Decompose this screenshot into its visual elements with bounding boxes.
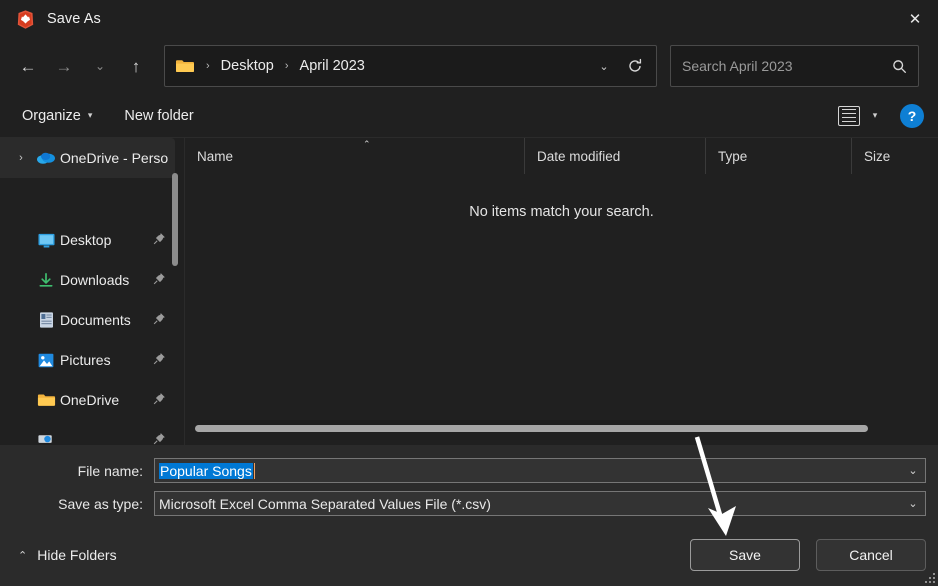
sort-ascending-icon: ⌃ <box>363 139 371 149</box>
list-view-icon <box>838 105 860 126</box>
chevron-down-icon[interactable]: ⌄ <box>590 49 618 83</box>
breadcrumb-item-april-2023[interactable]: April 2023 <box>296 55 369 77</box>
column-header-label: Type <box>718 148 748 164</box>
refresh-icon[interactable] <box>618 49 652 83</box>
command-bar: Organize ▾ New folder ▾ ? <box>0 94 938 138</box>
this-pc-icon <box>32 432 60 445</box>
filename-value: Popular Songs <box>159 462 253 479</box>
text-cursor <box>253 462 255 479</box>
sidebar-item-label: OneDrive - Perso <box>60 150 169 166</box>
cancel-button[interactable]: Cancel <box>816 539 926 571</box>
downloads-arrow-icon <box>32 272 60 289</box>
navigation-bar: ← → ⌄ ↑ › Desktop › April 2023 ⌄ <box>0 38 938 94</box>
chevron-right-icon[interactable]: › <box>10 152 32 164</box>
column-header-size[interactable]: Size <box>852 138 938 174</box>
hide-folders-button[interactable]: ⌃ Hide Folders <box>12 543 123 567</box>
file-list-pane: Name ⌃ Date modified Type Size No items … <box>185 138 938 445</box>
file-list-scrollbar-thumb[interactable] <box>195 425 868 432</box>
dialog-footer: ⌃ Hide Folders Save Cancel <box>0 524 938 586</box>
chevron-down-icon[interactable]: ⌄ <box>901 492 925 515</box>
column-header-date-modified[interactable]: Date modified <box>525 138 706 174</box>
chevron-down-icon[interactable]: ⌄ <box>901 459 925 482</box>
column-header-type[interactable]: Type <box>706 138 852 174</box>
pictures-image-icon <box>32 352 60 369</box>
empty-list-message: No items match your search. <box>469 204 654 220</box>
help-button[interactable]: ? <box>900 103 924 128</box>
resize-grip[interactable] <box>922 570 935 583</box>
sidebar-item-label: Documents <box>60 312 131 328</box>
sidebar-item-onedrive[interactable]: OneDrive <box>0 380 184 420</box>
desktop-monitor-icon <box>32 232 60 249</box>
sidebar-item-label: Desktop <box>60 232 112 248</box>
file-list-area[interactable]: No items match your search. <box>185 174 938 445</box>
up-button[interactable]: ↑ <box>119 49 153 83</box>
column-header-label: Size <box>864 148 891 164</box>
filename-row: File name: Popular Songs ⌄ <box>12 458 926 483</box>
column-header-name[interactable]: Name ⌃ <box>185 138 525 174</box>
address-bar[interactable]: › Desktop › April 2023 ⌄ <box>164 45 657 87</box>
new-folder-label: New folder <box>124 107 194 124</box>
save-as-dialog: Save As ✕ ← → ⌄ ↑ › Desktop › April 2023… <box>0 0 938 586</box>
sidebar-item-downloads[interactable]: Downloads <box>0 260 184 300</box>
search-input[interactable] <box>682 58 886 74</box>
pin-icon[interactable] <box>153 392 166 408</box>
forward-button[interactable]: → <box>47 49 81 83</box>
filetype-row: Save as type: Microsoft Excel Comma Sepa… <box>12 491 926 516</box>
navigation-sidebar: › OneDrive - Perso Desktop Downloads Doc… <box>0 138 185 445</box>
sidebar-item-label: OneDrive <box>60 392 120 408</box>
sidebar-item-onedrive-personal[interactable]: › OneDrive - Perso <box>0 138 175 178</box>
documents-page-icon <box>32 311 60 329</box>
sidebar-item-pictures[interactable]: Pictures <box>0 340 184 380</box>
breadcrumb-separator: › <box>206 60 210 72</box>
filetype-label: Save as type: <box>58 495 143 512</box>
breadcrumb-item-desktop[interactable]: Desktop <box>217 55 278 77</box>
sidebar-scrollbar[interactable] <box>171 138 179 445</box>
folder-icon <box>32 392 60 408</box>
view-options-button[interactable] <box>834 102 864 130</box>
hide-folders-label: Hide Folders <box>37 547 117 563</box>
brave-lion-icon <box>14 8 36 30</box>
window-title: Save As <box>47 11 101 27</box>
filename-input[interactable]: Popular Songs ⌄ <box>154 458 926 483</box>
dialog-body: › OneDrive - Perso Desktop Downloads Doc… <box>0 138 938 445</box>
view-chevron-down-icon[interactable]: ▾ <box>864 103 886 129</box>
column-header-label: Date modified <box>537 148 621 164</box>
organize-label: Organize <box>22 107 81 124</box>
search-icon[interactable] <box>886 59 912 74</box>
pin-icon[interactable] <box>153 232 166 248</box>
pin-icon[interactable] <box>153 312 166 328</box>
chevron-down-icon: ▾ <box>87 110 93 120</box>
pin-icon[interactable] <box>153 432 166 445</box>
title-bar: Save As ✕ <box>0 0 938 38</box>
sidebar-item-label: Pictures <box>60 352 111 368</box>
onedrive-cloud-icon <box>32 151 60 165</box>
filetype-select[interactable]: Microsoft Excel Comma Separated Values F… <box>154 491 926 516</box>
sidebar-item-documents[interactable]: Documents <box>0 300 184 340</box>
sidebar-item-label: Downloads <box>60 272 130 288</box>
recent-locations-button[interactable]: ⌄ <box>83 49 117 83</box>
close-icon[interactable]: ✕ <box>892 0 938 38</box>
sidebar-scrollbar-thumb[interactable] <box>172 173 178 266</box>
sidebar-item-this-pc[interactable] <box>0 420 184 445</box>
pin-icon[interactable] <box>153 272 166 288</box>
column-header-label: Name <box>197 148 234 164</box>
filetype-value: Microsoft Excel Comma Separated Values F… <box>159 495 491 512</box>
sidebar-item-desktop[interactable]: Desktop <box>0 220 184 260</box>
new-folder-button[interactable]: New folder <box>116 103 201 129</box>
chevron-up-icon: ⌃ <box>18 549 28 562</box>
file-list-horizontal-scrollbar[interactable] <box>195 425 926 432</box>
organize-button[interactable]: Organize ▾ <box>14 103 100 129</box>
column-headers: Name ⌃ Date modified Type Size <box>185 138 938 174</box>
save-form: File name: Popular Songs ⌄ Save as type:… <box>0 445 938 524</box>
save-button[interactable]: Save <box>690 539 800 571</box>
pin-icon[interactable] <box>153 352 166 368</box>
back-button[interactable]: ← <box>11 49 45 83</box>
search-box[interactable] <box>670 45 919 87</box>
breadcrumb-separator-2: › <box>284 60 289 72</box>
folder-icon <box>175 58 195 74</box>
filename-label: File name: <box>77 462 143 479</box>
